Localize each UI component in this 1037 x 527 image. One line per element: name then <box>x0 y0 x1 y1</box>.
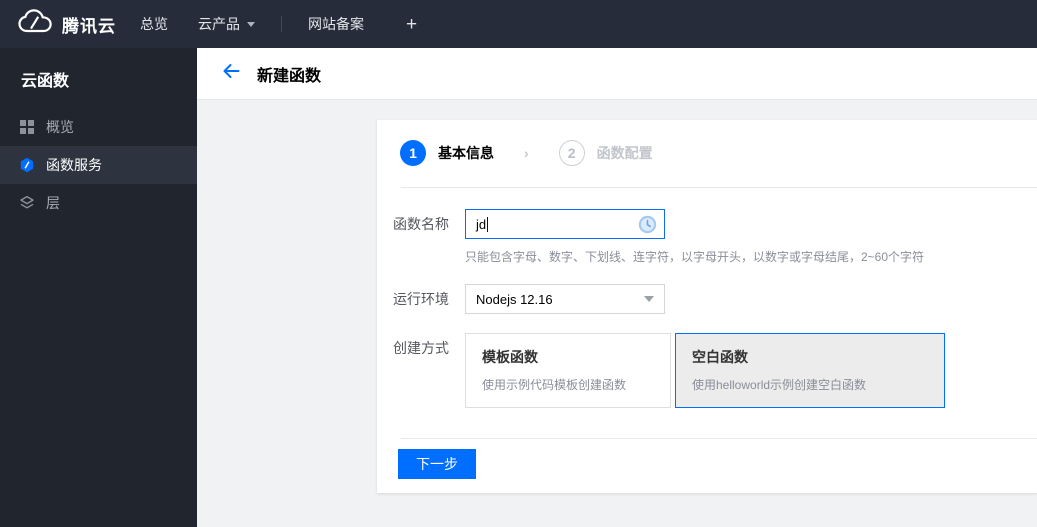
sidebar-item-function-service[interactable]: 函数服务 <box>0 146 197 184</box>
sidebar-item-label: 函数服务 <box>46 157 102 173</box>
step-2-label: 函数配置 <box>596 145 653 161</box>
runtime-row: 运行环境 Nodejs 12.16 <box>393 284 1037 314</box>
footer-divider <box>401 438 1037 439</box>
creation-method-row: 创建方式 模板函数 使用示例代码模板创建函数 空白函数 使用helloworld… <box>393 333 1037 408</box>
brand-name: 腾讯云 <box>62 16 116 36</box>
tencent-cloud-logo[interactable]: 腾讯云 <box>18 8 116 40</box>
nav-item-cloud-products[interactable]: 云产品 <box>198 14 255 34</box>
nav-divider <box>281 16 282 32</box>
text-cursor <box>487 216 489 232</box>
next-step-button[interactable]: 下一步 <box>398 449 476 479</box>
nav-item-icp-filing[interactable]: 网站备案 <box>308 14 364 34</box>
page-title: 新建函数 <box>257 67 322 85</box>
creation-method-label: 创建方式 <box>393 340 449 356</box>
sidebar-menu: 概览 函数服务 层 <box>0 108 197 222</box>
option-blank-function[interactable]: 空白函数 使用helloworld示例创建空白函数 <box>675 333 945 408</box>
step-separator-chevron-icon: › <box>524 145 529 161</box>
function-name-label: 函数名称 <box>393 216 449 232</box>
option-title: 模板函数 <box>482 349 538 365</box>
content-area: 1 基本信息 › 2 函数配置 函数名称 jd 只能包含字母、数字、下划线、连字… <box>197 100 1037 527</box>
dropdown-caret-icon <box>644 296 654 302</box>
nav-item-cloud-products-label: 云产品 <box>198 16 240 32</box>
grid-icon <box>19 119 35 135</box>
function-hexagon-icon <box>19 157 35 173</box>
caret-down-icon <box>247 21 255 27</box>
sidebar-item-label: 概览 <box>46 119 74 135</box>
layers-icon <box>19 195 35 211</box>
runtime-select[interactable]: Nodejs 12.16 <box>465 284 665 314</box>
back-arrow-icon <box>222 63 240 84</box>
input-history-clock-icon[interactable] <box>638 215 657 239</box>
step-2-circle: 2 <box>558 140 585 166</box>
option-template-function[interactable]: 模板函数 使用示例代码模板创建函数 <box>465 333 671 408</box>
function-name-hint: 只能包含字母、数字、下划线、连字符，以字母开头，以数字或字母结尾，2~60个字符 <box>465 250 925 264</box>
sidebar-item-layers[interactable]: 层 <box>0 184 197 222</box>
step-wizard: 1 基本信息 › 2 函数配置 <box>377 120 1037 166</box>
function-name-value: jd <box>476 216 487 232</box>
sidebar: 云函数 概览 函数服务 层 <box>0 48 197 527</box>
runtime-label: 运行环境 <box>393 291 449 307</box>
option-description: 使用示例代码模板创建函数 <box>482 378 627 392</box>
top-navbar: 腾讯云 总览 云产品 网站备案 + <box>0 0 1037 48</box>
page-header: 新建函数 <box>197 48 1037 100</box>
function-name-row: 函数名称 jd 只能包含字母、数字、下划线、连字符，以字母开头，以数字或字母结尾… <box>393 209 1037 265</box>
new-function-card: 1 基本信息 › 2 函数配置 函数名称 jd 只能包含字母、数字、下划线、连字… <box>377 120 1037 493</box>
sidebar-item-overview[interactable]: 概览 <box>0 108 197 146</box>
steps-divider <box>401 187 1037 188</box>
function-name-input[interactable]: jd <box>465 209 665 239</box>
tencent-cloud-logo-icon <box>18 8 52 40</box>
back-button[interactable] <box>222 63 240 84</box>
step-1-circle: 1 <box>400 140 426 166</box>
runtime-value: Nodejs 12.16 <box>476 291 553 307</box>
basic-info-form: 函数名称 jd 只能包含字母、数字、下划线、连字符，以字母开头，以数字或字母结尾… <box>377 209 1037 408</box>
option-description: 使用helloworld示例创建空白函数 <box>692 378 867 392</box>
sidebar-title: 云函数 <box>21 73 70 90</box>
option-title: 空白函数 <box>692 349 748 365</box>
nav-add-tab-button[interactable]: + <box>406 15 417 34</box>
step-1-label: 基本信息 <box>438 145 494 161</box>
creation-method-options: 模板函数 使用示例代码模板创建函数 空白函数 使用helloworld示例创建空… <box>465 333 945 408</box>
sidebar-item-label: 层 <box>46 195 60 211</box>
nav-item-overview[interactable]: 总览 <box>140 14 168 34</box>
